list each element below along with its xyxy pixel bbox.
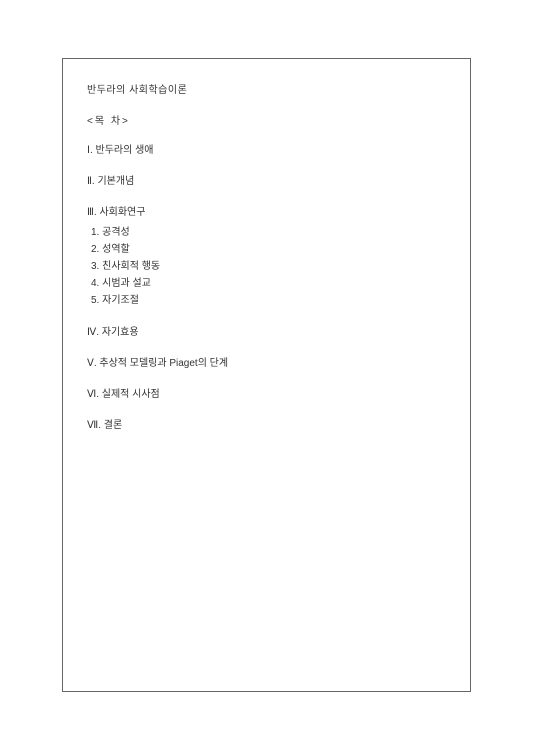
toc-section-3: Ⅲ. 사회화연구 <box>87 205 446 220</box>
toc-subsection: 2. 성역할 <box>91 241 446 258</box>
toc-section-5: Ⅴ. 추상적 모델링과 Piaget의 단계 <box>87 356 446 371</box>
toc-subsection: 1. 공격성 <box>91 224 446 241</box>
toc-subsection: 4. 시범과 설교 <box>91 275 446 292</box>
toc-section-7: Ⅶ. 결론 <box>87 418 446 433</box>
toc-section-2: Ⅱ. 기본개념 <box>87 174 446 189</box>
toc-section-6: Ⅵ. 실제적 시사점 <box>87 387 446 402</box>
toc-section-3-group: Ⅲ. 사회화연구 1. 공격성 2. 성역할 3. 친사회적 행동 4. 시범과… <box>87 205 446 309</box>
toc-header: <목 차> <box>87 112 446 127</box>
toc-section-1: Ⅰ. 반두라의 생애 <box>87 143 446 158</box>
document-page: 반두라의 사회학습이론 <목 차> Ⅰ. 반두라의 생애 Ⅱ. 기본개념 Ⅲ. … <box>62 58 471 692</box>
document-title: 반두라의 사회학습이론 <box>87 81 446 96</box>
toc-subsection: 5. 자기조절 <box>91 292 446 309</box>
toc-subsection: 3. 친사회적 행동 <box>91 258 446 275</box>
toc-section-4: Ⅳ. 자기효용 <box>87 325 446 340</box>
